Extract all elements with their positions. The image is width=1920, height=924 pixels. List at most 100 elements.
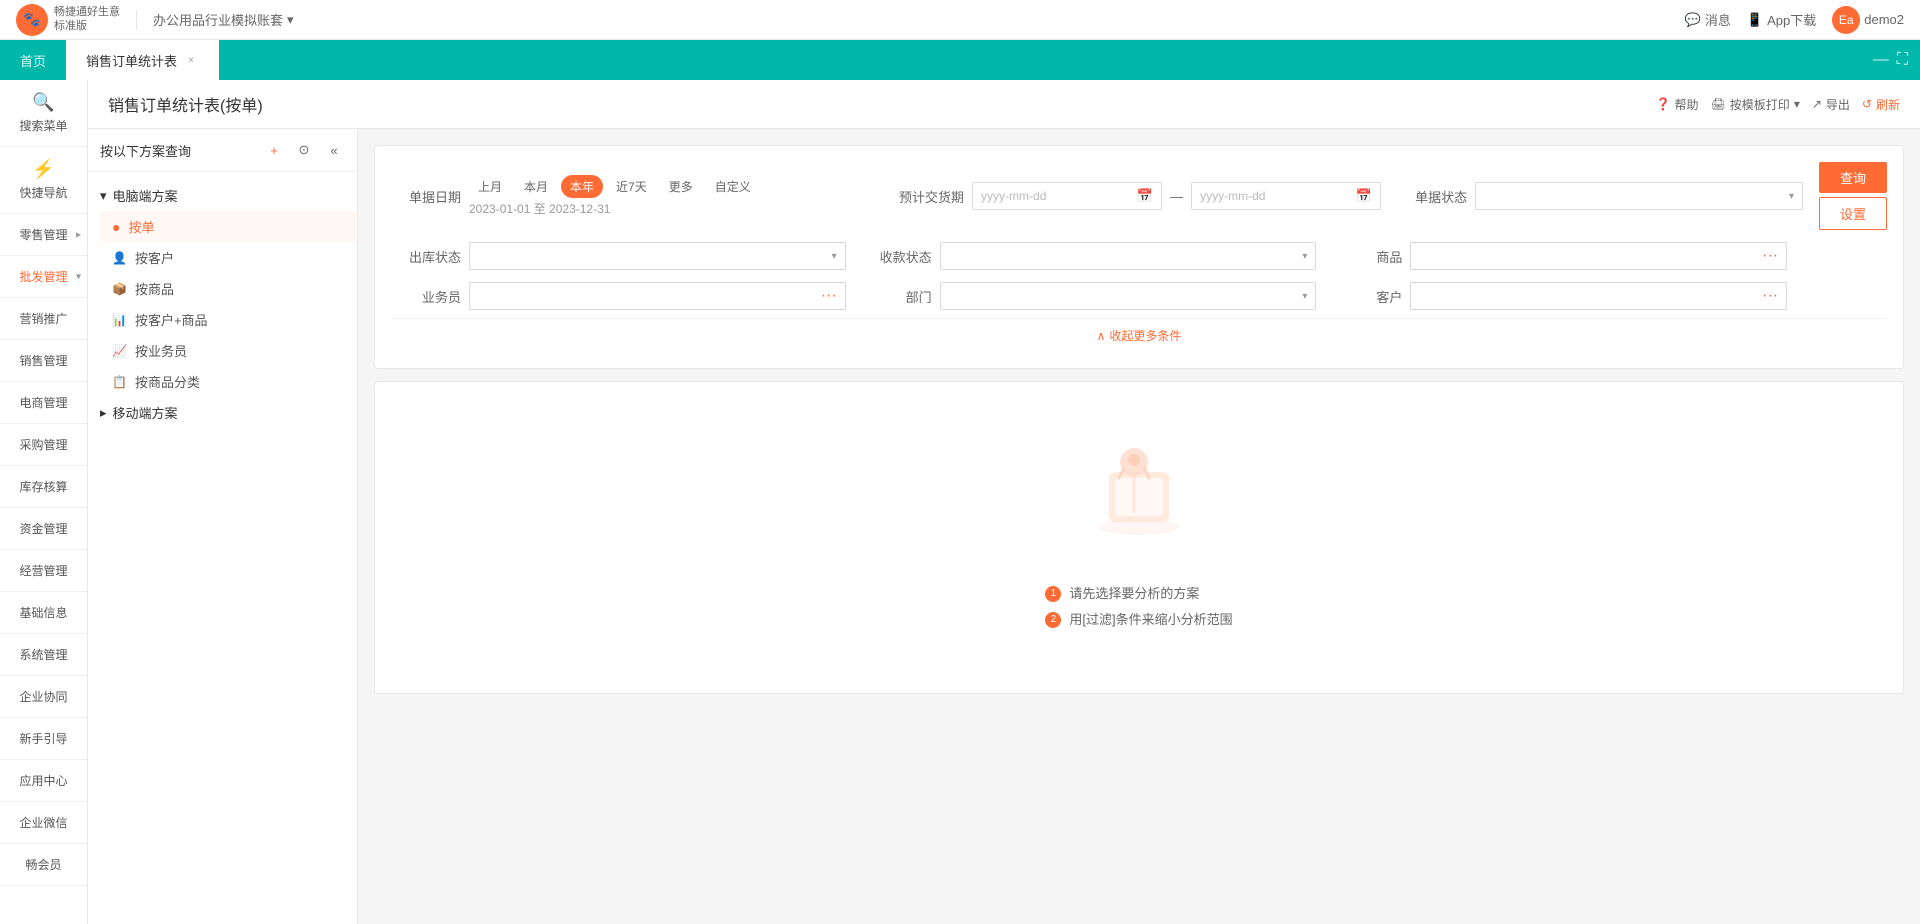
- add-scheme-button[interactable]: +: [263, 139, 285, 161]
- export-button[interactable]: ↗ 导出: [1812, 96, 1850, 113]
- edit-scheme-button[interactable]: ⊙: [293, 139, 315, 161]
- search-icon: 🔍: [32, 92, 54, 113]
- sidebar-item-retail[interactable]: 零售管理 ▸: [0, 214, 87, 256]
- mobile-icon: 📱: [1747, 12, 1763, 28]
- collapse-bar[interactable]: ∧ 收起更多条件: [391, 318, 1887, 352]
- page-title: 销售订单统计表(按单): [108, 92, 263, 128]
- date-btn-7days[interactable]: 近7天: [607, 175, 656, 198]
- sidebar-item-sales[interactable]: 销售管理: [0, 340, 87, 382]
- chevron-down-icon: ▾: [1794, 97, 1800, 111]
- tree-desktop-parent[interactable]: ▾ 电脑端方案: [88, 180, 357, 211]
- left-panel: 按以下方案查询 + ⊙ « ▾ 电脑端方案 ● 按单: [88, 129, 358, 924]
- sidebar-item-purchase[interactable]: 采购管理: [0, 424, 87, 466]
- department-select[interactable]: ▾: [940, 282, 1317, 310]
- print-icon: 🖨: [1711, 97, 1726, 111]
- scheme-by-category[interactable]: 📋 按商品分类: [100, 366, 357, 397]
- calendar-icon: 📅: [1356, 188, 1372, 204]
- scheme-by-customer[interactable]: 👤 按客户: [100, 242, 357, 273]
- step-number-2: 2: [1045, 612, 1061, 628]
- date-btn-custom[interactable]: 自定义: [706, 175, 760, 198]
- refresh-button[interactable]: ↺ 刷新: [1862, 96, 1900, 113]
- salesperson-scheme-icon: 📈: [112, 344, 127, 358]
- sidebar-item-inventory[interactable]: 库存核算: [0, 466, 87, 508]
- minimize-icon[interactable]: —: [1873, 51, 1889, 69]
- refresh-icon: ↺: [1862, 97, 1872, 111]
- single-status-select[interactable]: ▾: [1475, 182, 1803, 210]
- app-download-action[interactable]: 📱 App下载: [1747, 10, 1816, 29]
- sidebar-item-ecommerce[interactable]: 电商管理: [0, 382, 87, 424]
- content-area: 销售订单统计表(按单) ❓ 帮助 🖨 按模板打印 ▾ ↗ 导出 ↺ 刷新: [88, 80, 1920, 924]
- template-print-button[interactable]: 🖨 按模板打印 ▾: [1711, 96, 1800, 113]
- chevron-down-icon: ▾: [76, 271, 81, 282]
- date-option-buttons: 上月 本月 本年 近7天 更多 自定义: [469, 175, 760, 198]
- empty-step-1: 1 请先选择要分析的方案: [1045, 581, 1232, 607]
- sidebar-item-enterprise[interactable]: 企业协同: [0, 676, 87, 718]
- user-area[interactable]: Ea demo2: [1832, 6, 1904, 34]
- empty-steps: 1 请先选择要分析的方案 2 用[过滤]条件来缩小分析范围: [1045, 581, 1232, 633]
- customer-input[interactable]: ···: [1410, 282, 1787, 310]
- department-group: 部门 ▾: [862, 282, 1317, 310]
- date-range-display: 2023-01-01 至 2023-12-31: [469, 200, 760, 217]
- nav-tabs: 首页 销售订单统计表 × — ⛶: [0, 40, 1920, 80]
- sidebar-item-newuser[interactable]: 新手引导: [0, 718, 87, 760]
- sidebar-item-management[interactable]: 经营管理: [0, 550, 87, 592]
- date-end-input[interactable]: yyyy-mm-dd 📅: [1191, 182, 1381, 210]
- date-btn-last-month[interactable]: 上月: [469, 175, 511, 198]
- sidebar-item-basic[interactable]: 基础信息: [0, 592, 87, 634]
- tab-close-icon[interactable]: ×: [183, 52, 199, 68]
- shipment-status-label: 出库状态: [391, 247, 461, 266]
- chevron-right-icon: ▸: [100, 405, 107, 421]
- sidebar-item-wholesale[interactable]: 批发管理 ▾: [0, 256, 87, 298]
- sidebar-item-member[interactable]: 畅会员: [0, 844, 87, 886]
- scheme-by-salesperson[interactable]: 📈 按业务员: [100, 335, 357, 366]
- help-button[interactable]: ❓ 帮助: [1656, 96, 1699, 113]
- maximize-icon[interactable]: ⛶: [1897, 51, 1908, 69]
- sidebar-item-marketing[interactable]: 营销推广: [0, 298, 87, 340]
- tree-mobile-parent[interactable]: ▸ 移动端方案: [88, 397, 357, 428]
- avatar: Ea: [1832, 6, 1860, 34]
- action-buttons: 查询 设置: [1819, 162, 1887, 230]
- scheme-by-customer-goods[interactable]: 📊 按客户+商品: [100, 304, 357, 335]
- sidebar-item-corpwechat[interactable]: 企业微信: [0, 802, 87, 844]
- sidebar: 🔍 搜索菜单 ⚡ 快捷导航 零售管理 ▸ 批发管理 ▾ 营销推广 销售管理 电商…: [0, 80, 88, 924]
- single-status-group: 单据状态 ▾: [1397, 162, 1803, 230]
- sidebar-item-appcenter[interactable]: 应用中心: [0, 760, 87, 802]
- top-bar-left: 🐾 畅捷通好生意 标准版 办公用品行业模拟账套 ▾: [16, 4, 294, 36]
- single-date-group: 单据日期 上月 本月 本年 近7天 更多 自定义 20: [391, 162, 878, 230]
- tab-sales-order-stats[interactable]: 销售订单统计表 ×: [66, 40, 219, 80]
- shipment-status-select[interactable]: ▾: [469, 242, 846, 270]
- expected-delivery-group: 预计交货期 yyyy-mm-dd 📅 — yyyy-mm-dd 📅: [894, 162, 1381, 230]
- page-selector[interactable]: 办公用品行业模拟账套 ▾: [153, 10, 294, 29]
- message-action[interactable]: 💬 消息: [1685, 10, 1731, 29]
- scheme-by-order[interactable]: ● 按单: [100, 211, 357, 242]
- filter-row-3: 业务员 ··· 部门 ▾: [391, 282, 1887, 310]
- quicknav-icon: ⚡: [32, 159, 54, 180]
- goods-label: 商品: [1332, 247, 1402, 266]
- tree-desktop-children: ● 按单 👤 按客户 📦 按商品 📊 按客: [88, 211, 357, 397]
- customer-group: 客户 ···: [1332, 282, 1887, 310]
- chevron-right-icon: ▸: [76, 229, 81, 240]
- date-start-input[interactable]: yyyy-mm-dd 📅: [972, 182, 1162, 210]
- expected-delivery-label: 预计交货期: [894, 187, 964, 206]
- salesperson-input[interactable]: ···: [469, 282, 846, 310]
- collapse-panel-button[interactable]: «: [323, 139, 345, 161]
- sidebar-item-quicknav[interactable]: ⚡ 快捷导航: [0, 147, 87, 214]
- more-options-icon: ···: [1762, 247, 1778, 265]
- date-btn-this-month[interactable]: 本月: [515, 175, 557, 198]
- date-btn-more[interactable]: 更多: [660, 175, 702, 198]
- date-btn-this-year[interactable]: 本年: [561, 175, 603, 198]
- calendar-icon: 📅: [1137, 188, 1153, 204]
- sidebar-item-search[interactable]: 🔍 搜索菜单: [0, 80, 87, 147]
- tab-home[interactable]: 首页: [0, 40, 66, 80]
- more-options-icon: ···: [821, 287, 837, 305]
- logo-icon: 🐾: [16, 4, 48, 36]
- payment-status-select[interactable]: ▾: [940, 242, 1317, 270]
- settings-button[interactable]: 设置: [1819, 197, 1887, 230]
- scheme-by-goods[interactable]: 📦 按商品: [100, 273, 357, 304]
- goods-group: 商品 ···: [1332, 242, 1887, 270]
- sidebar-item-finance[interactable]: 资金管理: [0, 508, 87, 550]
- filter-row-1: 单据日期 上月 本月 本年 近7天 更多 自定义 20: [391, 162, 1887, 230]
- goods-input[interactable]: ···: [1410, 242, 1787, 270]
- sidebar-item-system[interactable]: 系统管理: [0, 634, 87, 676]
- search-button[interactable]: 查询: [1819, 162, 1887, 193]
